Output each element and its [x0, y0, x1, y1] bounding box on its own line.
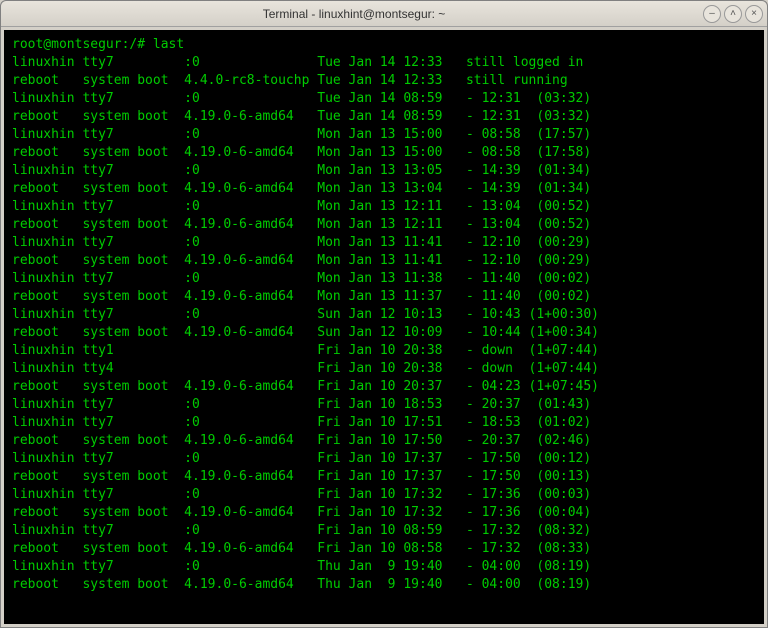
login-record: linuxhin tty1 Fri Jan 10 20:38 - down (1…: [12, 342, 756, 360]
titlebar[interactable]: Terminal - linuxhint@montsegur: ~ ‒ ˄ ×: [1, 1, 767, 27]
login-record: reboot system boot 4.19.0-6-amd64 Mon Ja…: [12, 144, 756, 162]
window-title: Terminal - linuxhint@montsegur: ~: [5, 7, 703, 21]
window-controls: ‒ ˄ ×: [703, 5, 763, 23]
login-record: linuxhin tty7 :0 Mon Jan 13 13:05 - 14:3…: [12, 162, 756, 180]
login-record: reboot system boot 4.19.0-6-amd64 Fri Ja…: [12, 468, 756, 486]
login-record: reboot system boot 4.19.0-6-amd64 Thu Ja…: [12, 576, 756, 594]
terminal-window: Terminal - linuxhint@montsegur: ~ ‒ ˄ × …: [0, 0, 768, 628]
login-record: reboot system boot 4.19.0-6-amd64 Mon Ja…: [12, 180, 756, 198]
login-record: reboot system boot 4.19.0-6-amd64 Mon Ja…: [12, 288, 756, 306]
login-record: linuxhin tty7 :0 Mon Jan 13 11:41 - 12:1…: [12, 234, 756, 252]
login-record: reboot system boot 4.19.0-6-amd64 Mon Ja…: [12, 252, 756, 270]
login-record: linuxhin tty7 :0 Mon Jan 13 12:11 - 13:0…: [12, 198, 756, 216]
login-record: linuxhin tty7 :0 Thu Jan 9 19:40 - 04:00…: [12, 558, 756, 576]
login-record: linuxhin tty7 :0 Sun Jan 12 10:13 - 10:4…: [12, 306, 756, 324]
login-record: linuxhin tty7 :0 Fri Jan 10 17:37 - 17:5…: [12, 450, 756, 468]
login-record: reboot system boot 4.19.0-6-amd64 Fri Ja…: [12, 432, 756, 450]
login-record: linuxhin tty4 Fri Jan 10 20:38 - down (1…: [12, 360, 756, 378]
login-record: reboot system boot 4.19.0-6-amd64 Tue Ja…: [12, 108, 756, 126]
login-record: linuxhin tty7 :0 Fri Jan 10 17:51 - 18:5…: [12, 414, 756, 432]
close-button[interactable]: ×: [745, 5, 763, 23]
login-record: linuxhin tty7 :0 Fri Jan 10 08:59 - 17:3…: [12, 522, 756, 540]
login-record: reboot system boot 4.19.0-6-amd64 Sun Ja…: [12, 324, 756, 342]
minimize-icon: ‒: [709, 8, 715, 19]
maximize-button[interactable]: ˄: [724, 5, 742, 23]
login-record: reboot system boot 4.19.0-6-amd64 Fri Ja…: [12, 504, 756, 522]
close-icon: ×: [751, 8, 757, 19]
login-record: linuxhin tty7 :0 Mon Jan 13 11:38 - 11:4…: [12, 270, 756, 288]
login-record: linuxhin tty7 :0 Mon Jan 13 15:00 - 08:5…: [12, 126, 756, 144]
login-record: linuxhin tty7 :0 Tue Jan 14 12:33 still …: [12, 54, 756, 72]
maximize-icon: ˄: [730, 8, 736, 19]
login-record: linuxhin tty7 :0 Fri Jan 10 17:32 - 17:3…: [12, 486, 756, 504]
login-record: reboot system boot 4.4.0-rc8-touchp Tue …: [12, 72, 756, 90]
login-record: reboot system boot 4.19.0-6-amd64 Fri Ja…: [12, 378, 756, 396]
login-record: linuxhin tty7 :0 Tue Jan 14 08:59 - 12:3…: [12, 90, 756, 108]
login-record: linuxhin tty7 :0 Fri Jan 10 18:53 - 20:3…: [12, 396, 756, 414]
login-record: reboot system boot 4.19.0-6-amd64 Mon Ja…: [12, 216, 756, 234]
prompt: root@montsegur:/# last: [12, 36, 756, 54]
minimize-button[interactable]: ‒: [703, 5, 721, 23]
terminal-output[interactable]: root@montsegur:/# last linuxhin tty7 :0 …: [4, 30, 764, 624]
login-records: linuxhin tty7 :0 Tue Jan 14 12:33 still …: [12, 54, 756, 594]
login-record: reboot system boot 4.19.0-6-amd64 Fri Ja…: [12, 540, 756, 558]
